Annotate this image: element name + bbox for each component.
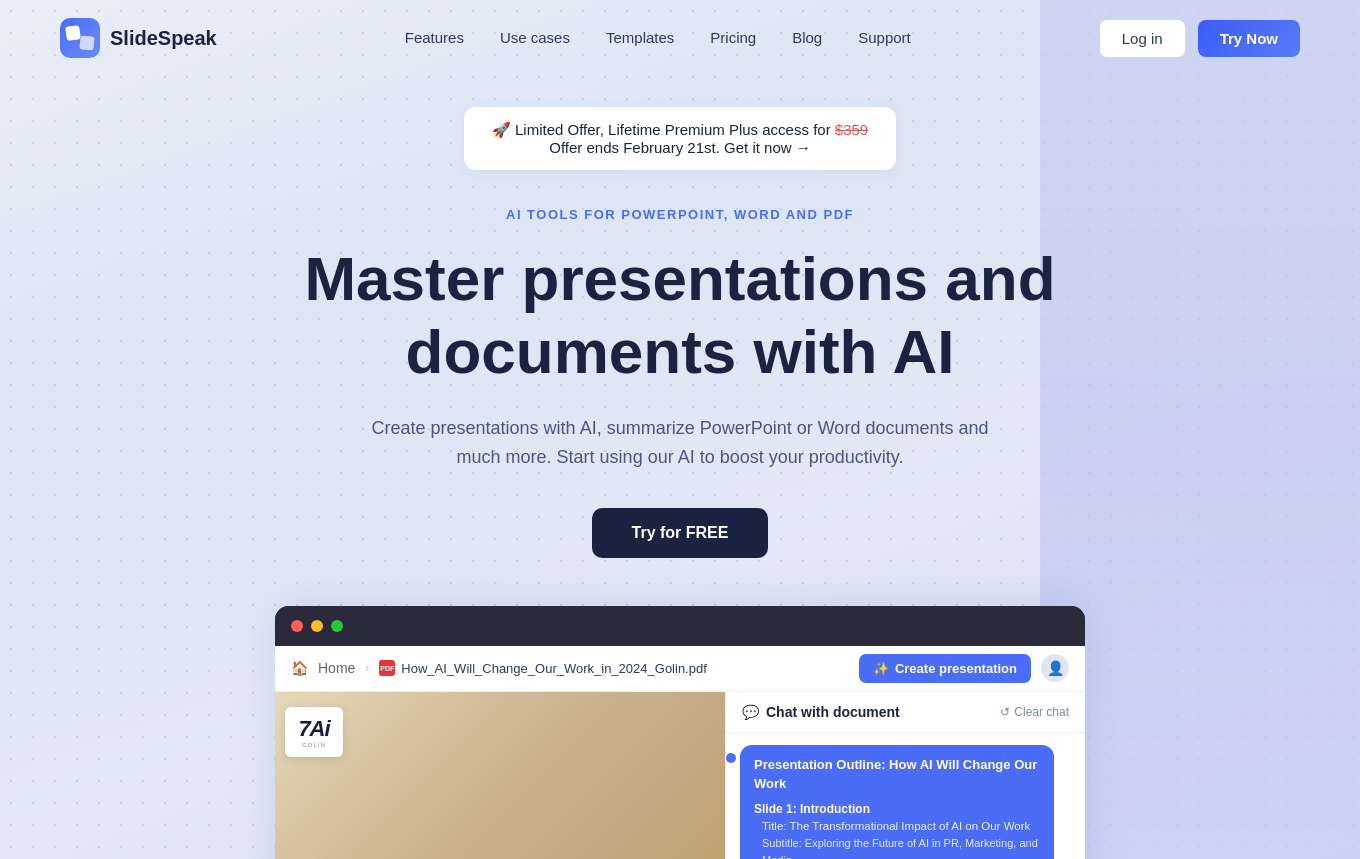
address-bar-right: ✨ Create presentation 👤 xyxy=(859,654,1069,683)
breadcrumb-home: 🏠 xyxy=(291,660,308,676)
nav-links: Features Use cases Templates Pricing Blo… xyxy=(405,29,911,47)
create-label: Create presentation xyxy=(895,661,1017,676)
chat-title: 💬 Chat with document xyxy=(742,704,900,720)
offer-price: $359 xyxy=(835,121,868,138)
logo-icon xyxy=(60,18,100,58)
chat-messages: Presentation Outline: How AI Will Change… xyxy=(726,733,1085,859)
ai-generated-image: 7Ai GOLIN xyxy=(275,692,725,859)
nav-link-features[interactable]: Features xyxy=(405,29,464,46)
title-bar xyxy=(275,606,1085,646)
slide-card-text: 7Ai xyxy=(298,716,329,742)
dot-yellow xyxy=(311,620,323,632)
create-icon: ✨ xyxy=(873,661,889,676)
navbar: SlideSpeak Features Use cases Templates … xyxy=(0,0,1360,76)
brand-name: SlideSpeak xyxy=(110,27,217,50)
nav-actions: Log in Try Now xyxy=(1099,19,1300,58)
home-label: Home xyxy=(318,660,355,676)
nav-link-pricing[interactable]: Pricing xyxy=(710,29,756,46)
filename-label: How_AI_Will_Change_Our_Work_in_2024_Goli… xyxy=(401,661,706,676)
document-inner: 7Ai GOLIN xyxy=(275,692,725,859)
nav-link-blog[interactable]: Blog xyxy=(792,29,822,46)
offer-banner[interactable]: 🚀 Limited Offer, Lifetime Premium Plus a… xyxy=(463,106,897,171)
subtitle-val: Exploring the Future of AI in PR, Market… xyxy=(762,837,1038,859)
offer-line2: Offer ends February 21st. Get it now → xyxy=(492,139,868,156)
clear-label: Clear chat xyxy=(1014,705,1069,719)
offer-line1: 🚀 Limited Offer, Lifetime Premium Plus a… xyxy=(492,121,868,139)
app-main-area: 7Ai GOLIN 💬 Chat with document xyxy=(275,692,1085,859)
slide-logo-card: 7Ai GOLIN xyxy=(285,707,343,757)
nav-link-use-cases[interactable]: Use cases xyxy=(500,29,570,46)
breadcrumb-chevron: › xyxy=(365,661,369,675)
title-val: The Transformational Impact of AI on Our… xyxy=(790,820,1031,832)
hero-sub-label: AI TOOLS FOR POWERPOINT, WORD AND PDF xyxy=(506,207,854,222)
chat-panel: 💬 Chat with document ↺ Clear chat Presen… xyxy=(725,692,1085,859)
nav-link-support[interactable]: Support xyxy=(858,29,911,46)
slide-1-subtitle-line: Subtitle: Exploring the Future of AI in … xyxy=(762,835,1040,859)
hero-subtitle: Create presentations with AI, summarize … xyxy=(360,414,1000,472)
user-avatar: 👤 xyxy=(1041,654,1069,682)
slide-1-label: Slide 1: Introduction xyxy=(754,800,1040,818)
logo-link[interactable]: SlideSpeak xyxy=(60,18,217,58)
outline-title: Presentation Outline: How AI Will Change… xyxy=(754,755,1040,794)
create-presentation-button[interactable]: ✨ Create presentation xyxy=(859,654,1031,683)
title-key: Title: xyxy=(762,820,787,832)
slide-1-item: Slide 1: Introduction Title: The Transfo… xyxy=(754,800,1040,859)
cta-button[interactable]: Try for FREE xyxy=(592,508,769,558)
dot-red xyxy=(291,620,303,632)
hero-title-line2: documents with AI xyxy=(406,317,955,386)
clear-chat-button[interactable]: ↺ Clear chat xyxy=(1000,705,1069,719)
slide-card-sub: GOLIN xyxy=(302,742,326,748)
chat-icon: 💬 xyxy=(742,704,759,720)
subtitle-key: Subtitle: xyxy=(762,837,802,849)
chat-header: 💬 Chat with document ↺ Clear chat xyxy=(726,692,1085,733)
main-content: 🚀 Limited Offer, Lifetime Premium Plus a… xyxy=(0,76,1360,859)
document-preview: 7Ai GOLIN xyxy=(275,692,725,859)
dot-green xyxy=(331,620,343,632)
chat-bubble-indicator xyxy=(726,753,736,763)
browser-content: 🏠 Home › PDF How_AI_Will_Change_Our_Work… xyxy=(275,646,1085,859)
file-breadcrumb: PDF How_AI_Will_Change_Our_Work_in_2024_… xyxy=(379,660,706,676)
chat-title-text: Chat with document xyxy=(766,704,900,720)
chat-bubble-1: Presentation Outline: How AI Will Change… xyxy=(740,745,1054,859)
file-type-icon: PDF xyxy=(379,660,395,676)
hero-title-line1: Master presentations and xyxy=(304,244,1055,313)
address-bar: 🏠 Home › PDF How_AI_Will_Change_Our_Work… xyxy=(275,646,1085,692)
hero-title: Master presentations and documents with … xyxy=(304,242,1055,388)
nav-link-templates[interactable]: Templates xyxy=(606,29,674,46)
slide-1-title-line: Title: The Transformational Impact of AI… xyxy=(762,818,1040,835)
login-button[interactable]: Log in xyxy=(1099,19,1186,58)
clear-icon: ↺ xyxy=(1000,705,1010,719)
app-screenshot: 🏠 Home › PDF How_AI_Will_Change_Our_Work… xyxy=(275,606,1085,859)
try-now-button[interactable]: Try Now xyxy=(1198,20,1300,57)
offer-emoji: 🚀 xyxy=(492,121,511,138)
